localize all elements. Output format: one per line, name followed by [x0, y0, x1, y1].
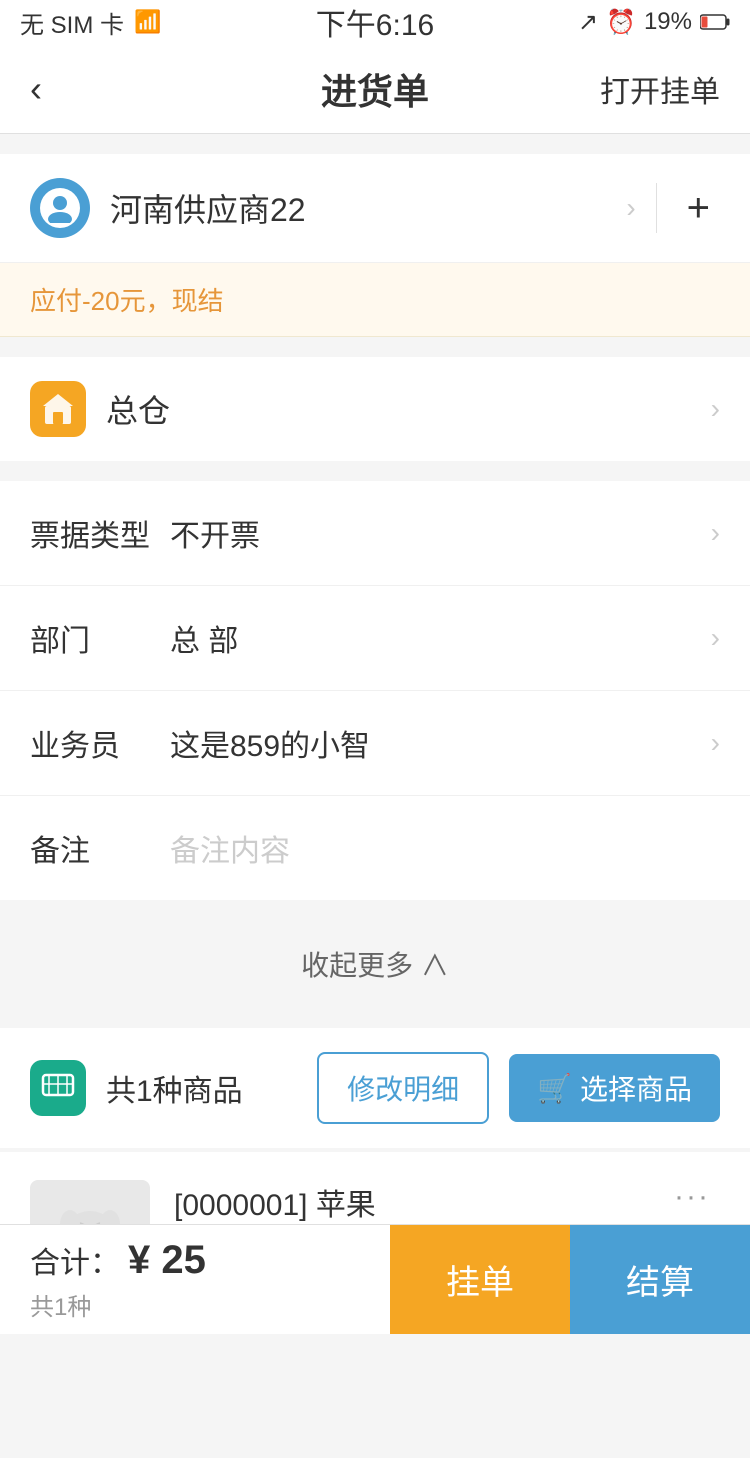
product-icon: [30, 1060, 86, 1116]
dept-value: 总 部: [170, 616, 711, 660]
total-section: 合计： ¥ 25 共1种: [0, 1225, 390, 1334]
edit-detail-button[interactable]: 修改明细: [317, 1052, 489, 1124]
remark-label: 备注: [30, 826, 170, 870]
alarm-icon: ⏰: [606, 8, 636, 37]
supplier-divider: [656, 183, 657, 233]
open-pending-button[interactable]: 打开挂单: [600, 67, 720, 111]
invoice-label: 票据类型: [30, 511, 170, 555]
remark-row[interactable]: 备注 备注内容: [0, 796, 750, 900]
product-title-name: 苹果: [316, 1189, 376, 1222]
invoice-value: 不开票: [170, 511, 711, 555]
wifi-icon: 📶: [134, 9, 161, 35]
warehouse-chevron-icon: ›: [711, 393, 720, 425]
avatar-icon: [40, 188, 80, 228]
select-product-label: 选择商品: [580, 1068, 692, 1108]
total-line1: 合计： ¥ 25: [30, 1238, 360, 1283]
form-section: 票据类型 不开票 › 部门 总 部 › 业务员 这是859的小智 › 备注 备注…: [0, 481, 750, 900]
nav-bar: ‹ 进货单 打开挂单: [0, 44, 750, 134]
status-bar: 无 SIM 卡 📶 下午6:16 ↗ ⏰ 19%: [0, 0, 750, 44]
invoice-chevron-icon: ›: [711, 517, 720, 549]
dept-row[interactable]: 部门 总 部 ›: [0, 586, 750, 691]
supplier-chevron-icon: ›: [626, 192, 635, 224]
select-product-icon: 🛒: [537, 1072, 572, 1105]
total-label: 合计：: [30, 1238, 120, 1282]
battery-icon: [700, 14, 730, 30]
supplier-name: 河南供应商22: [110, 185, 626, 231]
page-title: 进货单: [321, 63, 429, 115]
carrier-label: 无 SIM 卡: [20, 5, 124, 40]
sales-label: 业务员: [30, 721, 170, 765]
warehouse-name: 总仓: [106, 386, 711, 432]
bottom-bar: 合计： ¥ 25 共1种 挂单 结算: [0, 1224, 750, 1334]
status-left: 无 SIM 卡 📶: [20, 5, 161, 40]
bottom-spacer: [0, 1328, 750, 1458]
warehouse-icon: [30, 381, 86, 437]
sales-value: 这是859的小智: [170, 721, 711, 765]
total-count: 共1种: [30, 1287, 360, 1322]
product-code: [0000001]: [174, 1189, 307, 1222]
checkout-button[interactable]: 结算: [570, 1225, 750, 1334]
dept-label: 部门: [30, 616, 170, 660]
dept-chevron-icon: ›: [711, 622, 720, 654]
status-time: 下午6:16: [316, 0, 434, 44]
invoice-row[interactable]: 票据类型 不开票 ›: [0, 481, 750, 586]
sales-row[interactable]: 业务员 这是859的小智 ›: [0, 691, 750, 796]
section-divider-1: [0, 134, 750, 154]
total-amount: ¥ 25: [128, 1238, 206, 1283]
battery-label: 19%: [644, 8, 692, 36]
select-product-button[interactable]: 🛒 选择商品: [509, 1054, 720, 1122]
supplier-row[interactable]: 河南供应商22 › +: [0, 154, 750, 263]
product-menu-button[interactable]: ···: [664, 1180, 720, 1214]
back-button[interactable]: ‹: [30, 68, 42, 110]
product-header: 共1种商品 修改明细 🛒 选择商品: [0, 1028, 750, 1148]
add-supplier-button[interactable]: +: [677, 186, 720, 231]
supplier-avatar: [30, 178, 90, 238]
location-icon: ↗: [578, 8, 598, 37]
sales-chevron-icon: ›: [711, 727, 720, 759]
status-right: ↗ ⏰ 19%: [578, 8, 730, 37]
product-count: 共1种商品: [106, 1066, 297, 1110]
warehouse-row[interactable]: 总仓 ›: [0, 357, 750, 461]
product-name: [0000001] 苹果: [174, 1180, 664, 1224]
collapse-row[interactable]: 收起更多 ∧: [0, 920, 750, 1008]
hang-button[interactable]: 挂单: [390, 1225, 570, 1334]
remark-input[interactable]: 备注内容: [170, 826, 720, 870]
notice-bar: 应付-20元，现结: [0, 263, 750, 337]
